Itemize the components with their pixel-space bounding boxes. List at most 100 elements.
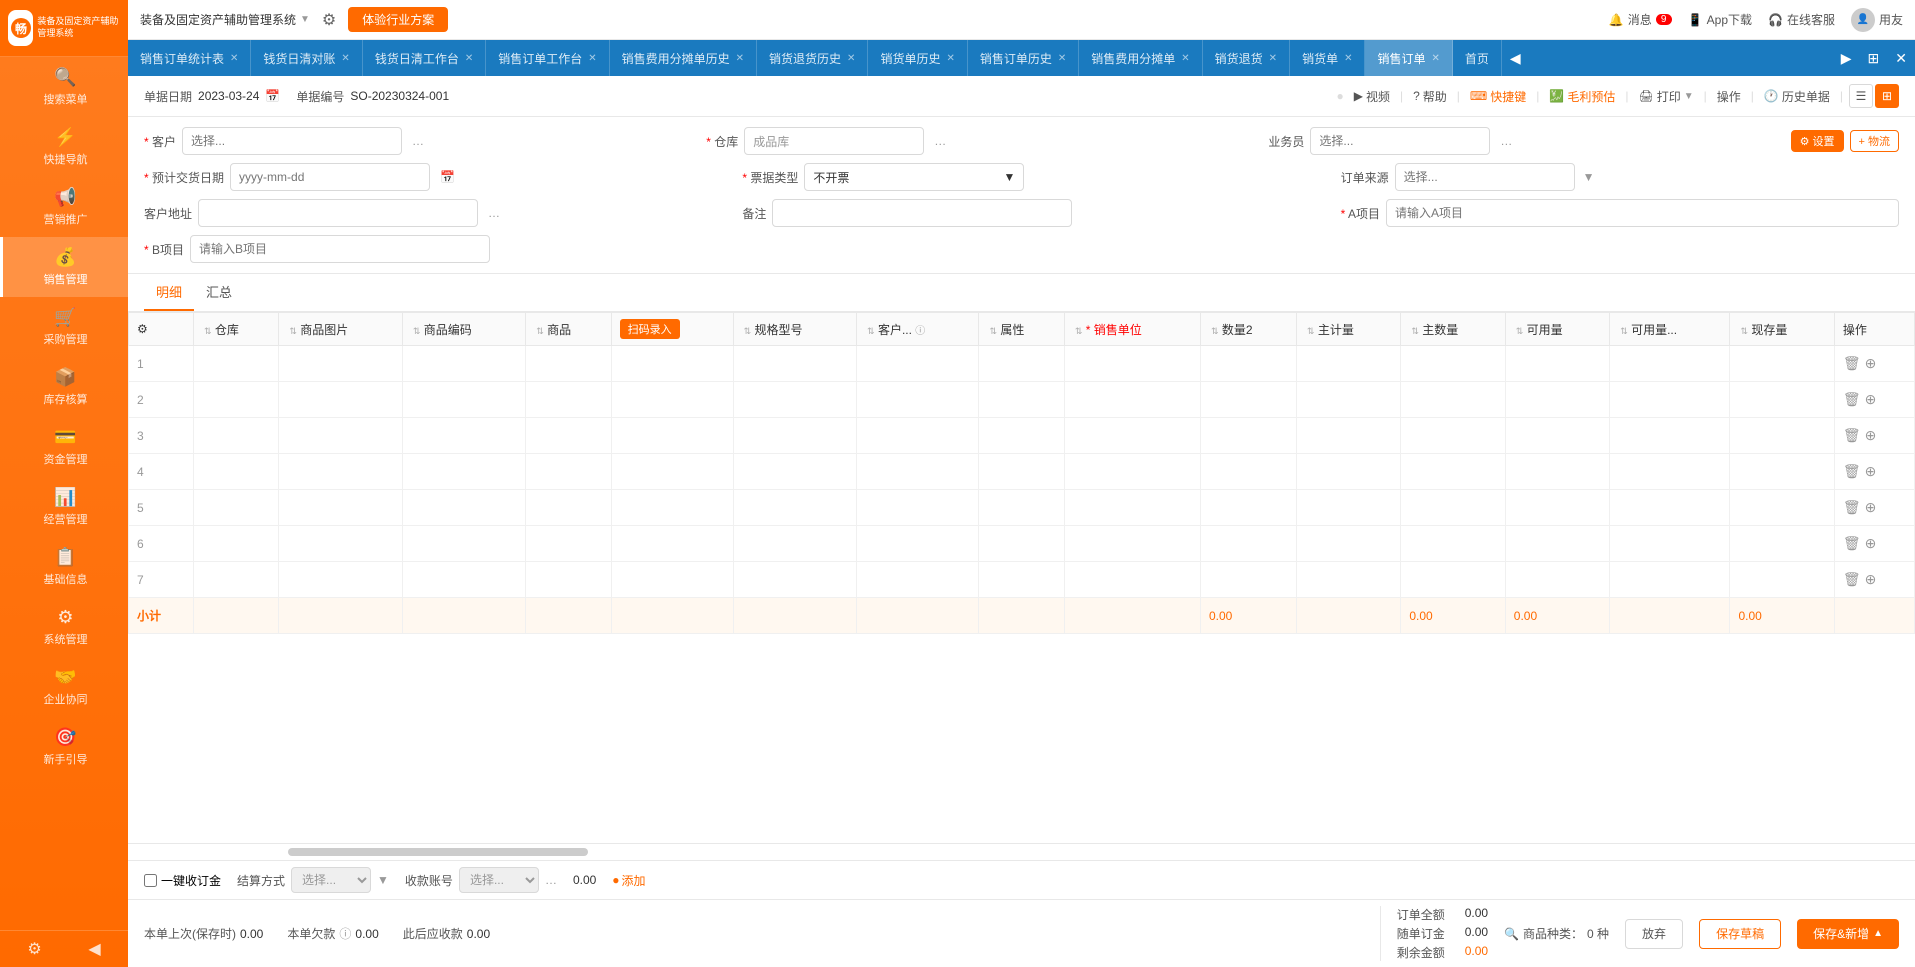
history-btn[interactable]: 🕐 历史单据 xyxy=(1760,86,1834,107)
nav-tab-8[interactable]: 销售费用分摊单历史✕ xyxy=(610,40,757,76)
customer-address-input[interactable] xyxy=(198,199,478,227)
delete-icon-3[interactable]: 🗑 xyxy=(1843,427,1861,444)
nav-tab-5[interactable]: 销售订单历史✕ xyxy=(968,40,1079,76)
shortcut-btn[interactable]: ⌨ 快捷键 xyxy=(1466,86,1530,107)
user-menu[interactable]: 👤 用友 xyxy=(1851,8,1903,32)
sidebar-item-3[interactable]: 💰 销售管理 xyxy=(0,237,128,297)
nav-tab-close-4[interactable]: ✕ xyxy=(1181,53,1189,64)
sidebar-item-7[interactable]: 📊 经营管理 xyxy=(0,477,128,537)
order-source-dots[interactable]: ▼ xyxy=(1583,170,1595,184)
nav-tab-11[interactable]: 钱货日清对账✕ xyxy=(251,40,362,76)
copy-icon-6[interactable]: ⊕ xyxy=(1865,535,1877,552)
help-btn[interactable]: ? 帮助 xyxy=(1409,86,1451,107)
nav-tab-close-7[interactable]: ✕ xyxy=(847,53,855,64)
save-draft-btn[interactable]: 保存草稿 xyxy=(1699,919,1781,949)
nav-tab-close-5[interactable]: ✕ xyxy=(1058,53,1066,64)
customer-dots[interactable]: … xyxy=(412,134,424,148)
nav-tab-close-6[interactable]: ✕ xyxy=(946,53,954,64)
nav-tab-close-11[interactable]: ✕ xyxy=(341,53,349,64)
nav-tab-12[interactable]: 销售订单统计表✕ xyxy=(128,40,251,76)
th-settings[interactable]: ⚙ xyxy=(129,313,194,346)
profit-btn[interactable]: 💹 毛利预估 xyxy=(1545,86,1619,107)
copy-icon-2[interactable]: ⊕ xyxy=(1865,391,1877,408)
nav-tab-close-1[interactable]: ✕ xyxy=(1431,53,1439,64)
sidebar-item-4[interactable]: 🛒 采购管理 xyxy=(0,297,128,357)
th-scan[interactable]: 扫码录入 xyxy=(611,313,733,346)
delivery-date-input[interactable] xyxy=(230,163,430,191)
nav-tab-close-3[interactable]: ✕ xyxy=(1269,53,1277,64)
nav-close-arrow[interactable]: ✕ xyxy=(1887,40,1915,76)
nav-tab-3[interactable]: 销货退货✕ xyxy=(1203,40,1290,76)
view-btn[interactable]: ▶ 视频 xyxy=(1350,86,1394,107)
sidebar-item-1[interactable]: ⚡ 快捷导航 xyxy=(0,117,128,177)
abandon-btn[interactable]: 放弃 xyxy=(1625,919,1683,949)
sidebar-item-11[interactable]: 🎯 新手引导 xyxy=(0,717,128,777)
list-view-btn[interactable]: ☰ xyxy=(1849,84,1873,108)
nav-tab-0[interactable]: 首页 xyxy=(1453,40,1502,76)
collapse-icon[interactable]: ◀ xyxy=(88,939,100,959)
delete-icon-7[interactable]: 🗑 xyxy=(1843,571,1861,588)
delivery-calendar-icon[interactable]: 📅 xyxy=(440,170,455,184)
add-item-btn[interactable]: + 物流 xyxy=(1850,130,1899,152)
nav-tab-10[interactable]: 钱货日清工作台✕ xyxy=(363,40,486,76)
solution-btn[interactable]: 体验行业方案 xyxy=(348,7,448,32)
payment-method-select[interactable]: 选择... xyxy=(291,867,371,893)
order-source-input[interactable] xyxy=(1395,163,1575,191)
customer-input[interactable] xyxy=(182,127,402,155)
scan-btn[interactable]: 扫码录入 xyxy=(620,319,680,339)
detail-tab-1[interactable]: 汇总 xyxy=(194,274,244,311)
calendar-icon[interactable]: 📅 xyxy=(265,89,280,103)
save-new-btn[interactable]: 保存&新增 ▲ xyxy=(1797,919,1899,949)
nav-expand-arrow[interactable]: ⊞ xyxy=(1860,40,1888,76)
address-dots[interactable]: … xyxy=(488,206,500,220)
sidebar-item-6[interactable]: 💳 资金管理 xyxy=(0,417,128,477)
staff-dots[interactable]: … xyxy=(1500,134,1512,148)
one-click-payment[interactable]: 一键收订金 xyxy=(144,872,221,889)
delete-icon-1[interactable]: 🗑 xyxy=(1843,355,1861,372)
b-project-input[interactable] xyxy=(190,235,490,263)
delete-icon-2[interactable]: 🗑 xyxy=(1843,391,1861,408)
topbar-settings-icon[interactable]: ⚙ xyxy=(322,10,336,30)
remark-input[interactable] xyxy=(772,199,1072,227)
scroll-thumb[interactable] xyxy=(288,848,588,856)
one-click-checkbox[interactable] xyxy=(144,874,157,887)
nav-tab-close-10[interactable]: ✕ xyxy=(465,53,473,64)
table-wrapper[interactable]: ⚙⇅ 仓库⇅ 商品图片⇅ 商品编码⇅ 商品扫码录入⇅ 规格型号⇅ 客户... ⓘ… xyxy=(128,312,1915,843)
nav-next-arrow[interactable]: ▶ xyxy=(1833,40,1860,76)
sidebar-item-2[interactable]: 📢 营销推广 xyxy=(0,177,128,237)
warehouse-input[interactable] xyxy=(744,127,924,155)
operation-btn[interactable]: 操作 xyxy=(1713,86,1745,107)
staff-input[interactable] xyxy=(1310,127,1490,155)
a-project-input[interactable] xyxy=(1386,199,1899,227)
warehouse-dots[interactable]: … xyxy=(934,134,946,148)
copy-icon-5[interactable]: ⊕ xyxy=(1865,499,1877,516)
nav-tab-close-2[interactable]: ✕ xyxy=(1344,53,1352,64)
online-service-btn[interactable]: 🎧 在线客服 xyxy=(1768,11,1835,28)
nav-tab-7[interactable]: 销货退货历史✕ xyxy=(757,40,868,76)
nav-tab-1[interactable]: 销售订单✕ xyxy=(1365,40,1452,76)
nav-tab-close-9[interactable]: ✕ xyxy=(588,53,596,64)
table-settings-icon[interactable]: ⚙ xyxy=(137,322,148,336)
copy-icon-7[interactable]: ⊕ xyxy=(1865,571,1877,588)
app-download-btn[interactable]: 📱 App下载 xyxy=(1688,11,1752,28)
account-select[interactable]: 选择... xyxy=(459,867,539,893)
nav-tab-close-8[interactable]: ✕ xyxy=(736,53,744,64)
settings-quick-btn[interactable]: ⚙ 设置 xyxy=(1791,130,1844,152)
delete-icon-5[interactable]: 🗑 xyxy=(1843,499,1861,516)
invoice-type-select[interactable]: 不开票 ▼ xyxy=(804,163,1024,191)
sidebar-item-5[interactable]: 📦 库存核算 xyxy=(0,357,128,417)
notifications-btn[interactable]: 🔔 消息 9 xyxy=(1609,11,1672,28)
nav-tab-9[interactable]: 销售订单工作台✕ xyxy=(486,40,609,76)
nav-tab-2[interactable]: 销货单✕ xyxy=(1290,40,1365,76)
sidebar-item-0[interactable]: 🔍 搜索菜单 xyxy=(0,57,128,117)
settings-icon[interactable]: ⚙ xyxy=(27,939,41,959)
nav-tab-4[interactable]: 销售费用分摊单✕ xyxy=(1079,40,1202,76)
sidebar-item-10[interactable]: 🤝 企业协同 xyxy=(0,657,128,717)
copy-icon-3[interactable]: ⊕ xyxy=(1865,427,1877,444)
sidebar-item-8[interactable]: 📋 基础信息 xyxy=(0,537,128,597)
nav-tab-close-12[interactable]: ✕ xyxy=(230,53,238,64)
nav-prev-arrow[interactable]: ◀ xyxy=(1502,40,1529,76)
detail-tab-0[interactable]: 明细 xyxy=(144,274,194,311)
footer-add-btn[interactable]: ● 添加 xyxy=(612,872,645,889)
sidebar-item-9[interactable]: ⚙ 系统管理 xyxy=(0,597,128,657)
